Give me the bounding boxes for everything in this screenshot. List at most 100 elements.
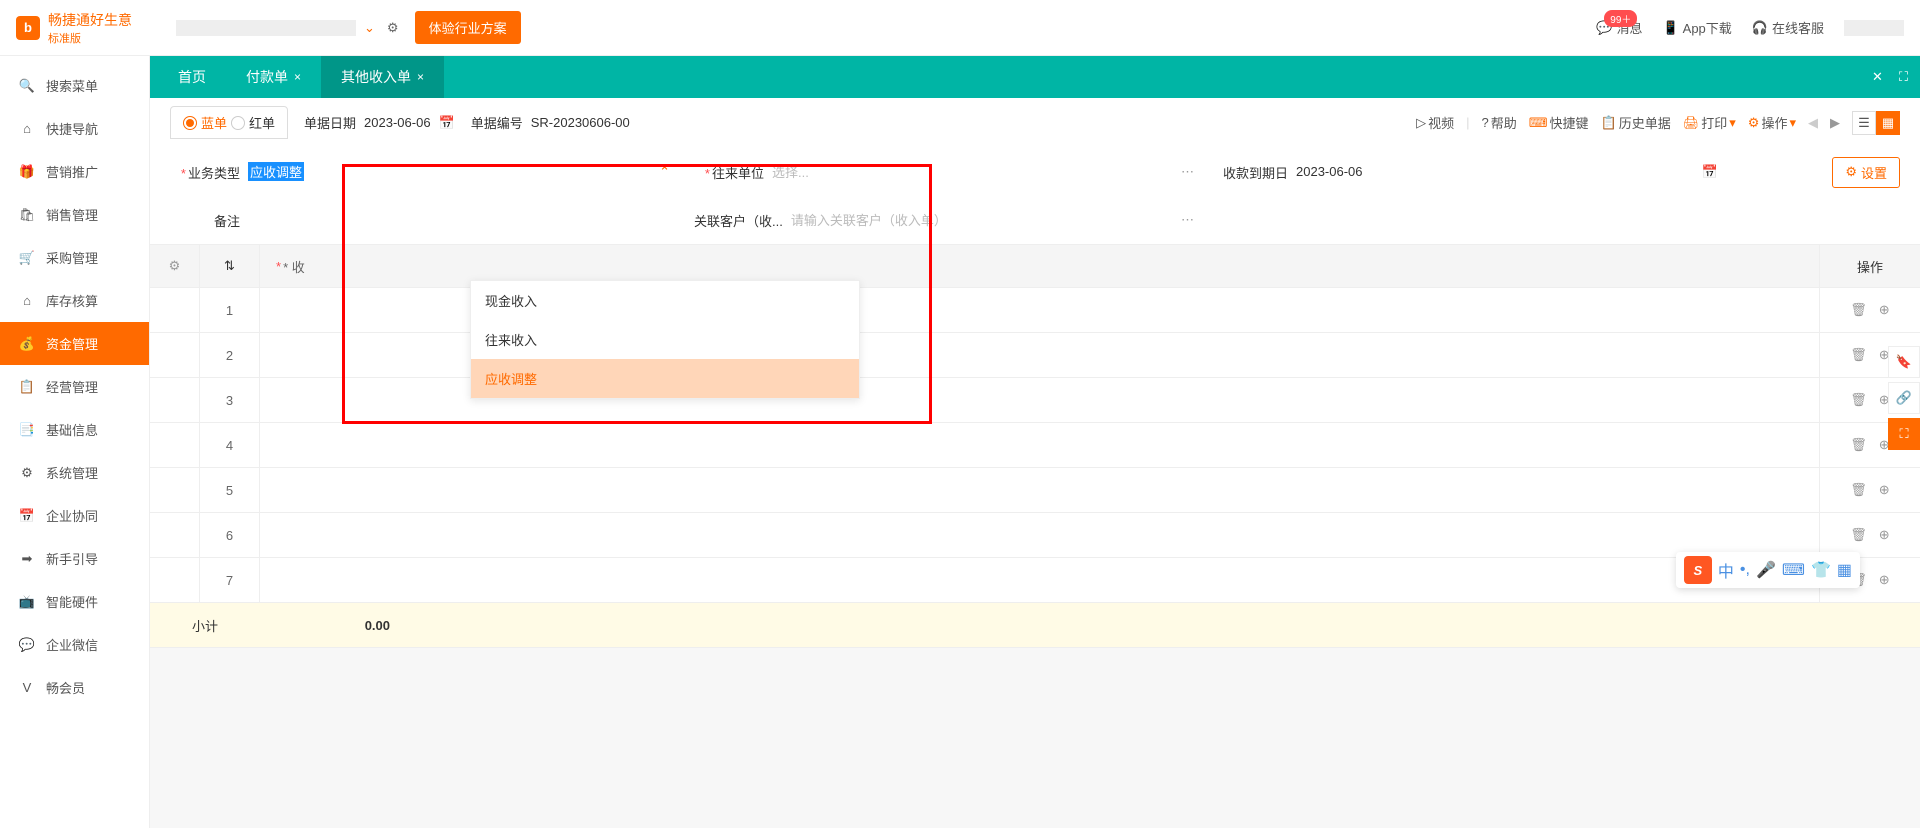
- sidebar-item-快捷导航[interactable]: ⌂快捷导航: [0, 107, 149, 150]
- biz-type-select[interactable]: 应收调整 ⌃: [248, 158, 670, 186]
- sidebar-item-资金管理[interactable]: 💰资金管理: [0, 322, 149, 365]
- unit-label: *往来单位: [694, 163, 764, 182]
- side-tool-link[interactable]: 🔗: [1888, 382, 1920, 414]
- sidebar-item-畅会员[interactable]: V畅会员: [0, 666, 149, 709]
- sidebar-icon: 🛍: [18, 207, 36, 223]
- table-row[interactable]: 7 🗑 ⊕: [150, 558, 1920, 603]
- remark-input[interactable]: [248, 216, 670, 225]
- calendar-icon[interactable]: 📅: [439, 115, 455, 131]
- copy-icon[interactable]: ⊕: [1879, 482, 1890, 498]
- prev-button[interactable]: ◀: [1808, 115, 1818, 131]
- sidebar-item-经营管理[interactable]: 📋经营管理: [0, 365, 149, 408]
- sidebar-item-智能硬件[interactable]: 📺智能硬件: [0, 580, 149, 623]
- trial-button[interactable]: 体验行业方案: [415, 11, 521, 44]
- next-button[interactable]: ▶: [1830, 115, 1840, 131]
- radio-red[interactable]: 红单: [231, 113, 275, 132]
- sidebar-icon: ⚙: [18, 465, 36, 481]
- app-download-button[interactable]: 📱 App下载: [1662, 18, 1731, 37]
- sidebar-item-采购管理[interactable]: 🛒采购管理: [0, 236, 149, 279]
- doc-date-value[interactable]: 2023-06-06: [364, 115, 431, 130]
- sidebar-item-label: 企业微信: [46, 635, 98, 654]
- print-button[interactable]: 🖨 打印 ▾: [1683, 113, 1736, 132]
- close-tab-icon[interactable]: ✕: [1868, 65, 1887, 89]
- sidebar-item-label: 经营管理: [46, 377, 98, 396]
- sidebar-icon: ⌂: [18, 293, 36, 308]
- delete-icon[interactable]: 🗑: [1850, 527, 1867, 543]
- delete-icon[interactable]: 🗑: [1850, 392, 1867, 408]
- sidebar-item-label: 营销推广: [46, 162, 98, 181]
- sidebar-item-搜索菜单[interactable]: 🔍搜索菜单: [0, 64, 149, 107]
- copy-icon[interactable]: ⊕: [1879, 572, 1890, 588]
- side-tool-expand[interactable]: ⛶: [1888, 418, 1920, 450]
- ime-skin-icon[interactable]: 👕: [1811, 560, 1831, 580]
- copy-icon[interactable]: ⊕: [1879, 527, 1890, 543]
- gear-icon[interactable]: ⚙: [387, 20, 399, 36]
- ime-mic-icon[interactable]: 🎤: [1756, 560, 1776, 580]
- tab-其他收入单[interactable]: 其他收入单×: [321, 56, 444, 98]
- delete-icon[interactable]: 🗑: [1850, 482, 1867, 498]
- doc-no-value: SR-20230606-00: [531, 115, 630, 130]
- video-button[interactable]: ▷ 视频: [1416, 113, 1454, 132]
- table-row[interactable]: 2 🗑 ⊕: [150, 333, 1920, 378]
- sort-icon[interactable]: ⇅: [200, 245, 260, 287]
- ime-logo-icon[interactable]: S: [1684, 556, 1712, 584]
- tab-付款单[interactable]: 付款单×: [226, 56, 321, 98]
- sidebar-item-营销推广[interactable]: 🎁营销推广: [0, 150, 149, 193]
- delete-icon[interactable]: 🗑: [1850, 437, 1867, 453]
- copy-icon[interactable]: ⊕: [1879, 302, 1890, 318]
- sidebar-item-基础信息[interactable]: 📑基础信息: [0, 408, 149, 451]
- operate-button[interactable]: ⚙ 操作 ▾: [1748, 113, 1796, 132]
- ime-lang[interactable]: 中: [1718, 558, 1734, 582]
- table-header-ops: 操作: [1820, 257, 1920, 276]
- radio-blue[interactable]: 蓝单: [183, 113, 227, 132]
- side-tool-tag[interactable]: 🔖: [1888, 346, 1920, 378]
- ime-grid-icon[interactable]: ▦: [1837, 560, 1852, 580]
- settings-button[interactable]: ⚙ 设置: [1832, 157, 1900, 188]
- logo-text: 畅捷通好生意: [48, 10, 132, 30]
- headset-icon: 🎧: [1752, 20, 1768, 36]
- expand-icon[interactable]: ⛶: [1895, 65, 1912, 89]
- table-row[interactable]: 1 🗑 ⊕: [150, 288, 1920, 333]
- dropdown-option[interactable]: 应收调整: [471, 359, 859, 398]
- related-select[interactable]: 请输入关联客户（收入单） ⋯: [791, 206, 1194, 234]
- tab-首页[interactable]: 首页: [158, 56, 226, 98]
- sidebar-item-label: 资金管理: [46, 334, 98, 353]
- sidebar-item-新手引导[interactable]: ➡新手引导: [0, 537, 149, 580]
- list-view-button[interactable]: ☰: [1852, 111, 1876, 135]
- online-service-button[interactable]: 🎧 在线客服: [1752, 18, 1824, 37]
- due-date-input[interactable]: 2023-06-06: [1296, 160, 1694, 184]
- card-view-button[interactable]: ▦: [1876, 111, 1900, 135]
- table-row[interactable]: 6 🗑 ⊕: [150, 513, 1920, 558]
- sidebar-item-系统管理[interactable]: ⚙系统管理: [0, 451, 149, 494]
- close-icon[interactable]: ×: [417, 70, 424, 84]
- sidebar-icon: ⌂: [18, 121, 36, 136]
- close-icon[interactable]: ×: [294, 70, 301, 84]
- calendar-icon[interactable]: 📅: [1702, 164, 1718, 180]
- delete-icon[interactable]: 🗑: [1850, 302, 1867, 318]
- ime-punct-icon[interactable]: •,: [1740, 561, 1750, 579]
- shortcut-button[interactable]: ⌨ 快捷键: [1529, 113, 1589, 132]
- message-badge: 99＋: [1604, 10, 1637, 27]
- sidebar-item-label: 畅会员: [46, 678, 85, 697]
- sidebar-item-企业微信[interactable]: 💬企业微信: [0, 623, 149, 666]
- sidebar-item-库存核算[interactable]: ⌂库存核算: [0, 279, 149, 322]
- dropdown-option[interactable]: 往来收入: [471, 320, 859, 359]
- help-button[interactable]: ? 帮助: [1482, 113, 1517, 132]
- table-row[interactable]: 5 🗑 ⊕: [150, 468, 1920, 513]
- user-avatar[interactable]: [1844, 20, 1904, 36]
- messages-button[interactable]: 99＋ 💬 消息: [1596, 18, 1642, 37]
- ime-keyboard-icon[interactable]: ⌨: [1782, 560, 1805, 580]
- dropdown-option[interactable]: 现金收入: [471, 281, 859, 320]
- company-selector[interactable]: ⌄: [176, 20, 375, 36]
- sidebar-item-销售管理[interactable]: 🛍销售管理: [0, 193, 149, 236]
- unit-select[interactable]: 选择... ⋯: [772, 158, 1194, 186]
- sidebar-item-企业协同[interactable]: 📅企业协同: [0, 494, 149, 537]
- table-settings-icon[interactable]: ⚙: [150, 245, 200, 287]
- delete-icon[interactable]: 🗑: [1850, 347, 1867, 363]
- subtotal-value: 0.00: [260, 618, 410, 633]
- history-button[interactable]: 📋 历史单据: [1601, 113, 1671, 132]
- row-number: 7: [200, 558, 260, 602]
- table-row[interactable]: 4 🗑 ⊕: [150, 423, 1920, 468]
- table-row[interactable]: 3 🗑 ⊕: [150, 378, 1920, 423]
- row-number: 5: [200, 468, 260, 512]
